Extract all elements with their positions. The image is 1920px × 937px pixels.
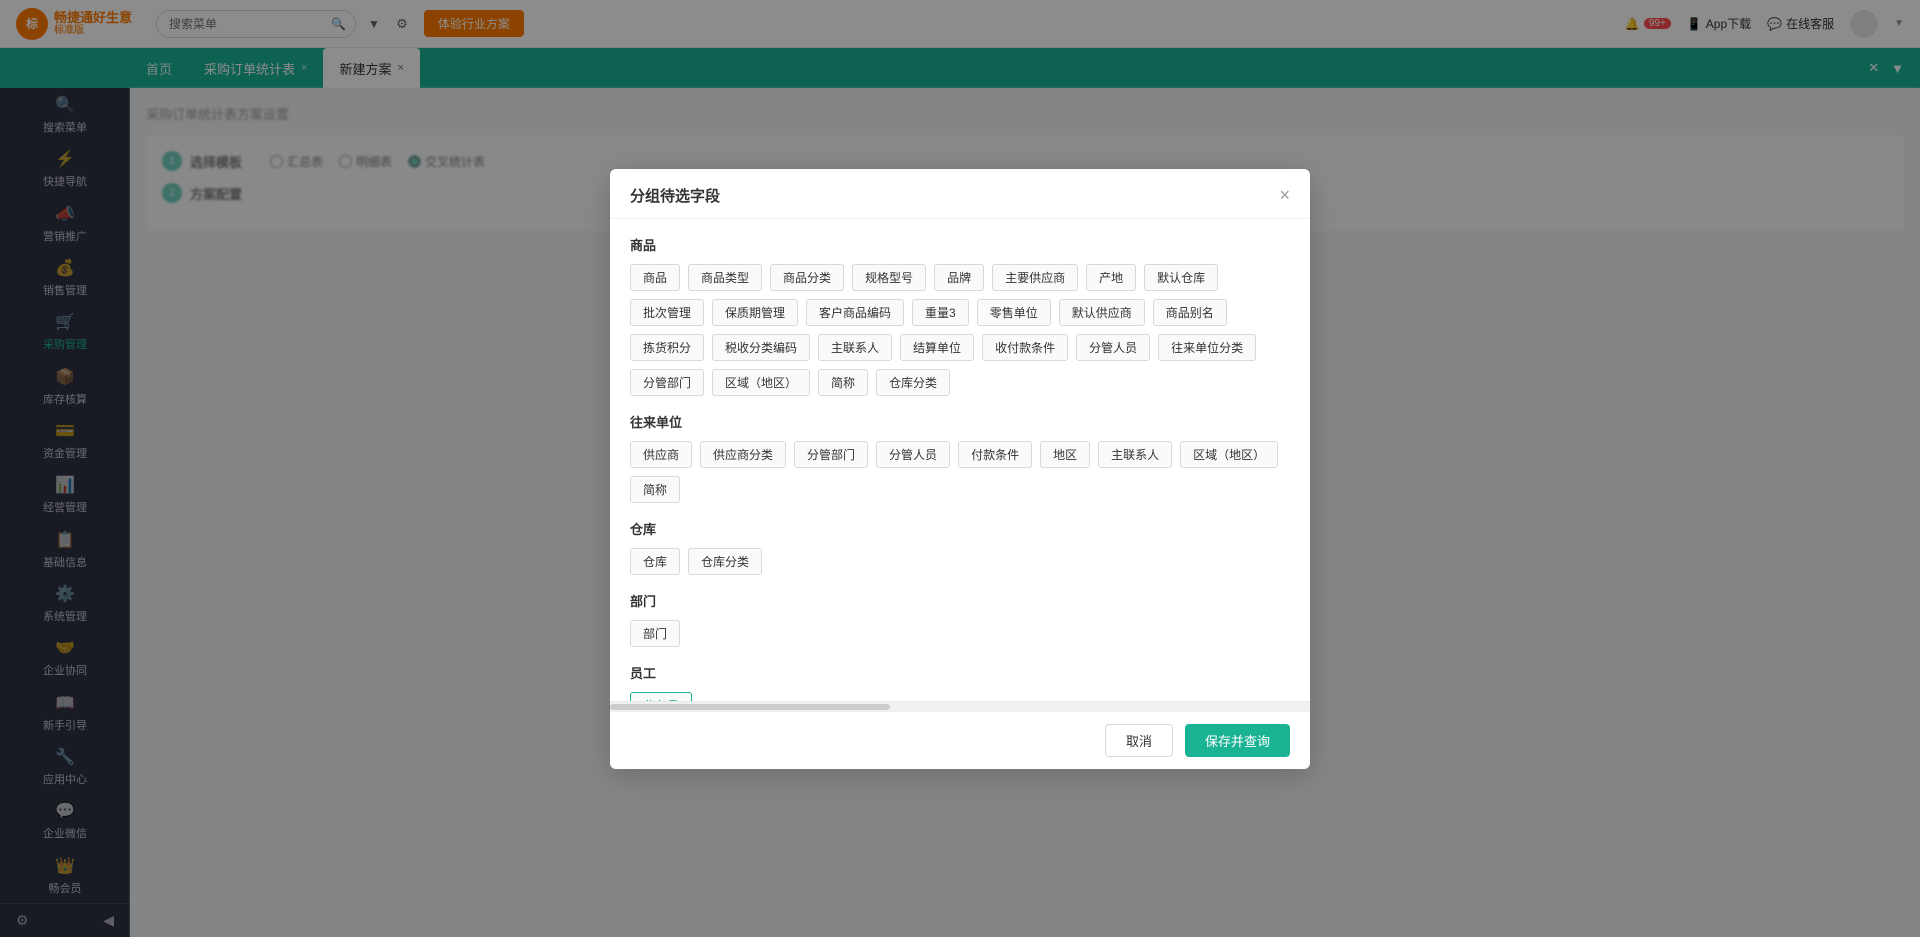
section-title-仓库: 仓库 — [630, 519, 1290, 538]
field-tag[interactable]: 分管人员 — [876, 441, 950, 468]
field-tag[interactable]: 仓库 — [630, 548, 680, 575]
field-grid-部门: 部门 — [630, 620, 1290, 647]
field-tag[interactable]: 付款条件 — [958, 441, 1032, 468]
cancel-button[interactable]: 取消 — [1105, 724, 1173, 757]
modal-hscroll-thumb — [610, 704, 890, 710]
modal-overlay: 分组待选字段 × 商品商品商品类型商品分类规格型号品牌主要供应商产地默认仓库批次… — [0, 0, 1920, 937]
field-grid-员工: 业务员 — [630, 692, 1290, 701]
field-tag[interactable]: 区域（地区） — [712, 369, 810, 396]
field-tag[interactable]: 分管部门 — [794, 441, 868, 468]
field-grid-商品: 商品商品类型商品分类规格型号品牌主要供应商产地默认仓库批次管理保质期管理客户商品… — [630, 264, 1290, 396]
field-tag[interactable]: 分管人员 — [1076, 334, 1150, 361]
field-tag[interactable]: 供应商 — [630, 441, 692, 468]
field-tag[interactable]: 拣货积分 — [630, 334, 704, 361]
modal-close-btn[interactable]: × — [1279, 186, 1290, 204]
field-tag[interactable]: 规格型号 — [852, 264, 926, 291]
field-tag[interactable]: 默认仓库 — [1144, 264, 1218, 291]
field-tag[interactable]: 商品别名 — [1153, 299, 1227, 326]
field-tag[interactable]: 地区 — [1040, 441, 1090, 468]
section-title-往来单位: 往来单位 — [630, 412, 1290, 431]
field-tag[interactable]: 税收分类编码 — [712, 334, 810, 361]
field-tag[interactable]: 重量3 — [912, 299, 969, 326]
field-tag[interactable]: 部门 — [630, 620, 680, 647]
field-tag[interactable]: 商品类型 — [688, 264, 762, 291]
field-tag[interactable]: 商品分类 — [770, 264, 844, 291]
section-title-员工: 员工 — [630, 663, 1290, 682]
field-tag[interactable]: 主联系人 — [1098, 441, 1172, 468]
field-tag[interactable]: 收付款条件 — [982, 334, 1068, 361]
field-tag[interactable]: 保质期管理 — [712, 299, 798, 326]
field-tag[interactable]: 区域（地区） — [1180, 441, 1278, 468]
modal-body: 商品商品商品类型商品分类规格型号品牌主要供应商产地默认仓库批次管理保质期管理客户… — [610, 219, 1310, 701]
field-tag[interactable]: 主联系人 — [818, 334, 892, 361]
field-tag[interactable]: 仓库分类 — [876, 369, 950, 396]
field-tag[interactable]: 主要供应商 — [992, 264, 1078, 291]
field-tag[interactable]: 结算单位 — [900, 334, 974, 361]
field-grid-往来单位: 供应商供应商分类分管部门分管人员付款条件地区主联系人区域（地区） 简称 — [630, 441, 1290, 503]
field-grid-仓库: 仓库仓库分类 — [630, 548, 1290, 575]
section-title-商品: 商品 — [630, 235, 1290, 254]
section-title-部门: 部门 — [630, 591, 1290, 610]
modal-footer: 取消 保存并查询 — [610, 711, 1310, 769]
field-select-modal: 分组待选字段 × 商品商品商品类型商品分类规格型号品牌主要供应商产地默认仓库批次… — [610, 169, 1310, 769]
field-tag[interactable]: 往来单位分类 — [1158, 334, 1256, 361]
save-query-button[interactable]: 保存并查询 — [1185, 724, 1290, 757]
field-tag[interactable]: 供应商分类 — [700, 441, 786, 468]
field-tag[interactable]: 客户商品编码 — [806, 299, 904, 326]
field-tag[interactable]: 产地 — [1086, 264, 1136, 291]
field-tag[interactable]: 仓库分类 — [688, 548, 762, 575]
field-tag[interactable]: 简称 — [630, 476, 680, 503]
modal-header: 分组待选字段 × — [610, 169, 1310, 219]
field-tag[interactable]: 简称 — [818, 369, 868, 396]
field-tag[interactable]: 商品 — [630, 264, 680, 291]
field-tag[interactable]: 零售单位 — [977, 299, 1051, 326]
modal-title: 分组待选字段 — [630, 185, 720, 206]
modal-hscrollbar[interactable] — [610, 701, 1310, 711]
field-tag[interactable]: 品牌 — [934, 264, 984, 291]
field-tag[interactable]: 批次管理 — [630, 299, 704, 326]
field-tag[interactable]: 默认供应商 — [1059, 299, 1145, 326]
field-tag[interactable]: 分管部门 — [630, 369, 704, 396]
field-tag[interactable]: 业务员 — [630, 692, 692, 701]
